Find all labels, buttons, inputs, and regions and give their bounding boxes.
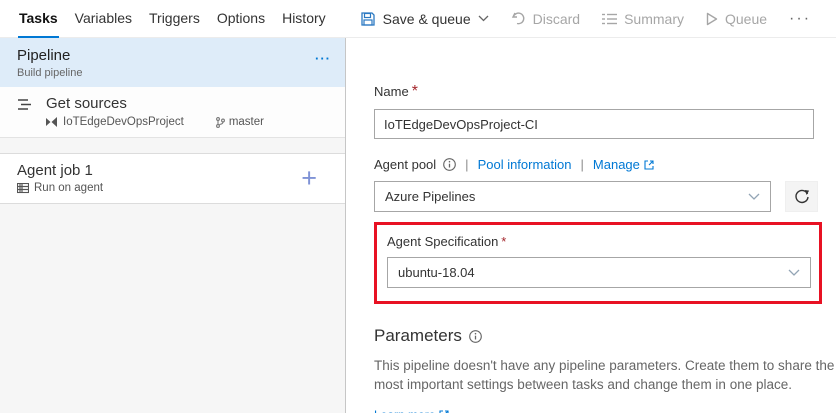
- link-separator: |: [581, 157, 584, 172]
- pipeline-sidebar: Pipeline Build pipeline ··· Get sources …: [0, 38, 346, 413]
- tab-variables[interactable]: Variables: [74, 0, 133, 38]
- undo-icon: [511, 11, 526, 26]
- learn-more-label: Learn more: [374, 408, 435, 413]
- agent-job-title: Agent job 1: [17, 162, 103, 179]
- info-icon[interactable]: [443, 158, 456, 171]
- parameters-description: This pipeline doesn't have any pipeline …: [374, 357, 836, 395]
- name-input[interactable]: [374, 109, 814, 139]
- queue-button: Queue: [706, 11, 767, 27]
- editor-content: Pipeline Build pipeline ··· Get sources …: [0, 38, 836, 413]
- command-bar: Tasks Variables Triggers Options History…: [0, 0, 836, 38]
- tab-triggers[interactable]: Triggers: [148, 0, 201, 38]
- chevron-down-icon: [788, 269, 800, 277]
- agent-specification-value: ubuntu-18.04: [398, 265, 475, 280]
- link-separator: |: [465, 157, 468, 172]
- play-icon: [706, 12, 718, 26]
- sidebar-gap: [0, 138, 345, 153]
- agent-job-text: Agent job 1 Run on agent: [17, 162, 103, 194]
- branch-icon: [215, 117, 225, 128]
- agent-pool-label: Agent pool: [374, 157, 436, 172]
- name-required-asterisk: *: [412, 83, 418, 100]
- add-task-button[interactable]: +: [301, 168, 317, 188]
- summary-button: Summary: [602, 11, 684, 27]
- pipeline-header-text: Pipeline Build pipeline: [17, 47, 82, 79]
- agent-pool-select[interactable]: Azure Pipelines: [374, 181, 771, 212]
- sidebar-item-pipeline[interactable]: Pipeline Build pipeline ···: [0, 38, 345, 87]
- repo-name: IoTEdgeDevOpsProject: [63, 116, 184, 128]
- agent-pool-value: Azure Pipelines: [385, 189, 475, 204]
- agent-specification-label: Agent Specification: [387, 234, 498, 249]
- get-sources-text: Get sources IoTEdgeDevOpsProject master: [46, 95, 264, 128]
- tab-history[interactable]: History: [281, 0, 327, 38]
- discard-button: Discard: [511, 11, 580, 27]
- branch-name: master: [229, 116, 264, 128]
- repo-icon: [46, 117, 58, 127]
- tab-options[interactable]: Options: [216, 0, 266, 38]
- manage-link[interactable]: Manage: [593, 157, 654, 172]
- agent-icon: [17, 183, 29, 194]
- external-link-icon: [644, 160, 654, 170]
- save-queue-button[interactable]: Save & queue: [360, 11, 489, 27]
- agent-specification-highlight: Agent Specification* ubuntu-18.04: [374, 222, 822, 304]
- summary-label: Summary: [624, 11, 684, 27]
- agent-job-subtitle: Run on agent: [34, 182, 103, 194]
- pipeline-title: Pipeline: [17, 47, 82, 64]
- list-icon: [602, 13, 617, 25]
- info-icon[interactable]: [469, 330, 482, 343]
- name-label: Name: [374, 84, 409, 99]
- get-sources-title: Get sources: [46, 95, 264, 112]
- refresh-agent-pool-button[interactable]: [785, 181, 818, 212]
- queue-label: Queue: [725, 11, 767, 27]
- parameters-title: Parameters: [374, 326, 462, 346]
- pipeline-subtitle: Build pipeline: [17, 67, 82, 79]
- sidebar-item-agent-job[interactable]: Agent job 1 Run on agent +: [0, 153, 345, 204]
- more-commands-button[interactable]: ···: [789, 10, 811, 28]
- chevron-down-icon: [478, 15, 489, 22]
- save-icon: [360, 11, 376, 27]
- pipeline-more-button[interactable]: ···: [315, 51, 331, 66]
- steps-icon: [18, 98, 34, 128]
- discard-label: Discard: [533, 11, 580, 27]
- save-queue-label: Save & queue: [383, 11, 471, 27]
- pool-information-link[interactable]: Pool information: [478, 157, 572, 172]
- agent-specification-required-asterisk: *: [501, 234, 506, 249]
- agent-specification-select[interactable]: ubuntu-18.04: [387, 257, 811, 288]
- job-details-panel: Name* Agent pool | Pool information | Ma…: [346, 38, 836, 413]
- pipeline-tabs: Tasks Variables Triggers Options History: [18, 0, 342, 38]
- tab-tasks[interactable]: Tasks: [18, 0, 59, 38]
- refresh-icon: [794, 189, 810, 205]
- learn-more-link[interactable]: Learn more: [374, 408, 449, 413]
- chevron-down-icon: [748, 193, 760, 201]
- sidebar-item-get-sources[interactable]: Get sources IoTEdgeDevOpsProject master: [0, 87, 345, 138]
- manage-link-label: Manage: [593, 157, 640, 172]
